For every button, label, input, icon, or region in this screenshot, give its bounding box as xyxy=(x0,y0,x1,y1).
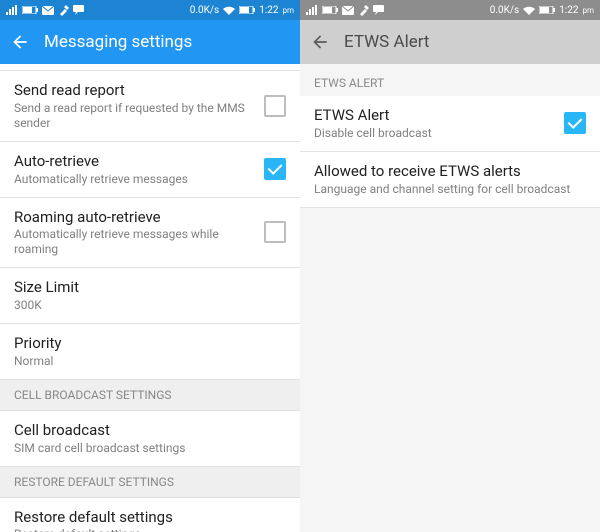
back-icon[interactable] xyxy=(310,32,330,52)
row-send-read-report[interactable]: Send read report Send a read report if r… xyxy=(0,71,300,142)
checkbox[interactable] xyxy=(564,112,586,134)
net-speed: 0.0K/s xyxy=(190,5,219,16)
row-title: Allowed to receive ETWS alerts xyxy=(314,162,586,181)
row-text: Send read report Send a read report if r… xyxy=(14,81,254,131)
battery-icon-right xyxy=(239,6,255,14)
partial-item xyxy=(0,64,300,71)
net-speed: 0.0K/s xyxy=(490,5,519,16)
settings-list[interactable]: ETWS ALERT ETWS Alert Disable cell broad… xyxy=(300,64,600,532)
mail-icon xyxy=(342,6,354,15)
tools-icon xyxy=(58,5,69,16)
row-sub: SIM card cell broadcast settings xyxy=(14,441,286,456)
screen-messaging-settings: 0.0K/s 1:22 pm Messaging settings Send r… xyxy=(0,0,300,532)
checkbox[interactable] xyxy=(264,95,286,117)
screen-etws-alert: 0.0K/s 1:22 pm ETWS Alert ETWS ALERT ETW… xyxy=(300,0,600,532)
row-title: Cell broadcast xyxy=(14,421,286,440)
row-title: Send read report xyxy=(14,81,254,100)
status-right: 0.0K/s 1:22 pm xyxy=(490,5,594,16)
row-text: Cell broadcast SIM card cell broadcast s… xyxy=(14,421,286,456)
battery-icon xyxy=(22,6,38,14)
row-sub: Send a read report if requested by the M… xyxy=(14,101,254,131)
row-roaming-auto-retrieve[interactable]: Roaming auto-retrieve Automatically retr… xyxy=(0,198,300,269)
row-title: Priority xyxy=(14,334,286,353)
back-icon[interactable] xyxy=(10,32,30,52)
battery-icon xyxy=(322,6,338,14)
row-size-limit[interactable]: Size Limit 300K xyxy=(0,268,300,324)
row-title: Auto-retrieve xyxy=(14,152,254,171)
title-bar: Messaging settings xyxy=(0,20,300,64)
row-title: Size Limit xyxy=(14,278,286,297)
title-bar: ETWS Alert xyxy=(300,20,600,64)
page-title: ETWS Alert xyxy=(344,32,429,52)
signal-icon xyxy=(6,5,18,15)
row-sub: Automatically retrieve messages while ro… xyxy=(14,227,254,257)
section-header-restore: RESTORE DEFAULT SETTINGS xyxy=(0,467,300,498)
tools-icon xyxy=(358,5,369,16)
section-header-cell-broadcast: CELL BROADCAST SETTINGS xyxy=(0,380,300,411)
row-sub: Disable cell broadcast xyxy=(314,126,554,141)
status-bar: 0.0K/s 1:22 pm xyxy=(300,0,600,20)
section-header-etws: ETWS ALERT xyxy=(300,64,600,96)
row-title: Restore default settings xyxy=(14,508,286,527)
battery-icon-right xyxy=(539,6,555,14)
row-title: ETWS Alert xyxy=(314,106,554,125)
status-right: 0.0K/s 1:22 pm xyxy=(190,5,294,16)
message-icon xyxy=(373,5,384,15)
clock-time: 1:22 xyxy=(259,5,278,16)
row-text: Size Limit 300K xyxy=(14,278,286,313)
row-text: Priority Normal xyxy=(14,334,286,369)
row-allowed-etws[interactable]: Allowed to receive ETWS alerts Language … xyxy=(300,152,600,208)
row-text: Allowed to receive ETWS alerts Language … xyxy=(314,162,586,197)
row-sub: Automatically retrieve messages xyxy=(14,172,254,187)
row-title: Roaming auto-retrieve xyxy=(14,208,254,227)
checkbox[interactable] xyxy=(264,158,286,180)
message-icon xyxy=(73,5,84,15)
checkbox[interactable] xyxy=(264,221,286,243)
row-sub: Language and channel setting for cell br… xyxy=(314,182,586,197)
row-etws-alert[interactable]: ETWS Alert Disable cell broadcast xyxy=(300,96,600,152)
row-priority[interactable]: Priority Normal xyxy=(0,324,300,380)
mail-icon xyxy=(42,6,54,15)
row-text: Restore default settings Restore default… xyxy=(14,508,286,532)
row-sub: 300K xyxy=(14,298,286,313)
row-auto-retrieve[interactable]: Auto-retrieve Automatically retrieve mes… xyxy=(0,142,300,198)
clock-time: 1:22 xyxy=(559,5,578,16)
row-sub: Restore default settings xyxy=(14,527,286,532)
row-restore-defaults[interactable]: Restore default settings Restore default… xyxy=(0,498,300,532)
signal-icon xyxy=(306,5,318,15)
page-title: Messaging settings xyxy=(44,32,192,52)
status-left xyxy=(6,5,84,16)
clock-ampm: pm xyxy=(282,6,294,15)
status-bar: 0.0K/s 1:22 pm xyxy=(0,0,300,20)
row-text: Auto-retrieve Automatically retrieve mes… xyxy=(14,152,254,187)
row-text: Roaming auto-retrieve Automatically retr… xyxy=(14,208,254,258)
row-sub: Normal xyxy=(14,354,286,369)
status-left xyxy=(306,5,384,16)
wifi-icon xyxy=(223,6,235,15)
row-cell-broadcast[interactable]: Cell broadcast SIM card cell broadcast s… xyxy=(0,411,300,467)
row-text: ETWS Alert Disable cell broadcast xyxy=(314,106,554,141)
settings-list[interactable]: Send read report Send a read report if r… xyxy=(0,64,300,532)
wifi-icon xyxy=(523,6,535,15)
clock-ampm: pm xyxy=(582,6,594,15)
